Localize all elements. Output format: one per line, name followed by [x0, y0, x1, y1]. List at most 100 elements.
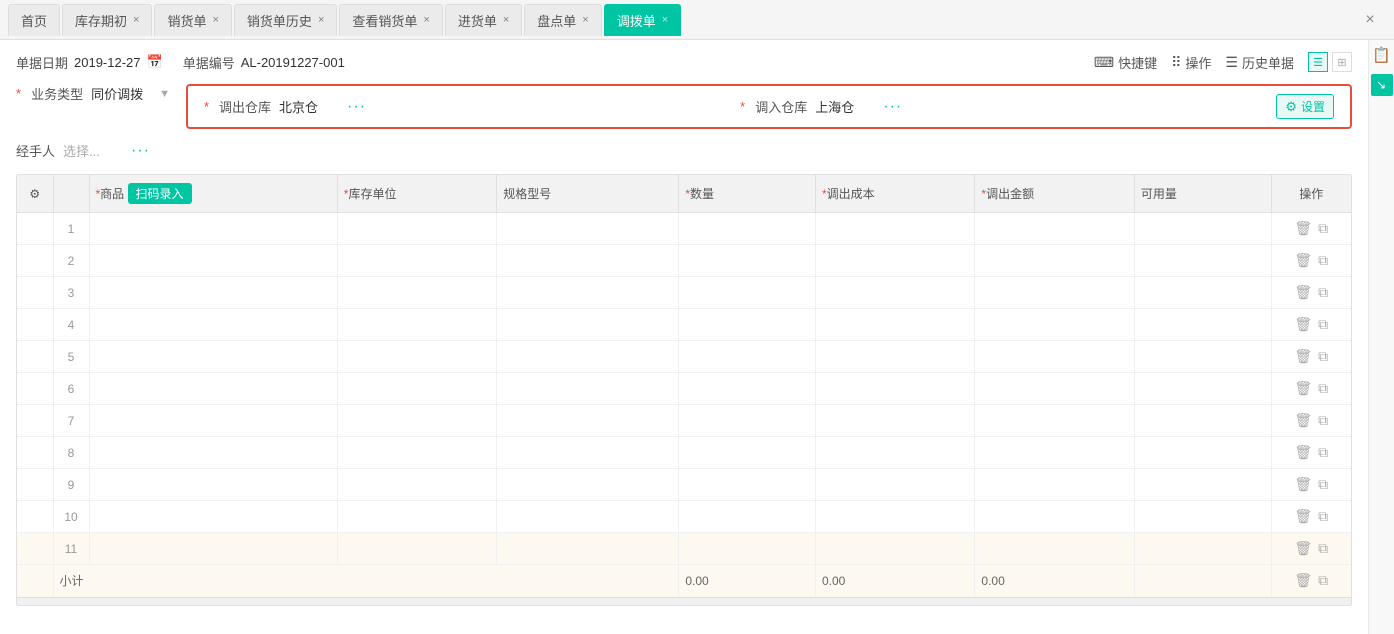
row-product-cell[interactable] — [89, 245, 337, 277]
tab-inventory-init[interactable]: 库存期初 × — [62, 4, 152, 36]
tab-inventory-init-close[interactable]: × — [133, 15, 139, 26]
row-qty-cell[interactable] — [679, 437, 816, 469]
row-unit-cell[interactable] — [337, 533, 496, 565]
shortcut-button[interactable]: ⌨ 快捷键 — [1094, 53, 1157, 72]
row-product-cell[interactable] — [89, 373, 337, 405]
history-button[interactable]: ☰ 历史单据 — [1225, 53, 1294, 72]
row-delete-icon[interactable]: 🗑 — [1294, 284, 1312, 301]
row-delete-icon[interactable]: 🗑 — [1294, 444, 1312, 461]
tab-stocktake[interactable]: 盘点单 × — [524, 4, 601, 36]
tab-transfer-close[interactable]: × — [662, 15, 668, 26]
row-copy-icon[interactable]: ⧉ — [1318, 412, 1328, 429]
row-cost-cell[interactable] — [816, 213, 975, 245]
row-spec-cell[interactable] — [497, 501, 679, 533]
row-product-cell[interactable] — [89, 341, 337, 373]
row-delete-icon[interactable]: 🗑 — [1294, 380, 1312, 397]
row-product-cell[interactable] — [89, 533, 337, 565]
row-qty-cell[interactable] — [679, 309, 816, 341]
row-delete-icon[interactable]: 🗑 — [1294, 220, 1312, 237]
row-spec-cell[interactable] — [497, 533, 679, 565]
tab-stocktake-close[interactable]: × — [582, 15, 588, 26]
handler-select[interactable]: 选择... — [63, 141, 123, 160]
row-avail-cell[interactable] — [1134, 213, 1271, 245]
row-copy-icon[interactable]: ⧉ — [1318, 252, 1328, 269]
warehouse-in-more-button[interactable]: ··· — [883, 98, 902, 116]
row-unit-cell[interactable] — [337, 341, 496, 373]
row-cost-cell[interactable] — [816, 469, 975, 501]
scan-button[interactable]: 扫码录入 — [128, 183, 192, 204]
row-avail-cell[interactable] — [1134, 533, 1271, 565]
biz-type-dropdown-icon[interactable]: ▼ — [159, 88, 170, 100]
row-amount-cell[interactable] — [975, 405, 1134, 437]
row-amount-cell[interactable] — [975, 533, 1134, 565]
row-product-cell[interactable] — [89, 437, 337, 469]
biz-type-value[interactable]: 同价调拨 — [91, 84, 151, 103]
row-avail-cell[interactable] — [1134, 309, 1271, 341]
row-product-cell[interactable] — [89, 501, 337, 533]
row-avail-cell[interactable] — [1134, 437, 1271, 469]
row-unit-cell[interactable] — [337, 213, 496, 245]
row-delete-icon[interactable]: 🗑 — [1294, 508, 1312, 525]
row-delete-icon[interactable]: 🗑 — [1294, 476, 1312, 493]
row-copy-icon[interactable]: ⧉ — [1318, 380, 1328, 397]
row-spec-cell[interactable] — [497, 373, 679, 405]
row-copy-icon[interactable]: ⧉ — [1318, 444, 1328, 461]
row-unit-cell[interactable] — [337, 501, 496, 533]
tab-sales-order[interactable]: 销货单 × — [154, 4, 231, 36]
row-product-cell[interactable] — [89, 405, 337, 437]
view-list-button[interactable]: ☰ — [1308, 52, 1328, 72]
row-copy-icon[interactable]: ⧉ — [1318, 316, 1328, 333]
row-copy-icon[interactable]: ⧉ — [1318, 476, 1328, 493]
tab-sales-history-close[interactable]: × — [318, 15, 324, 26]
row-unit-cell[interactable] — [337, 245, 496, 277]
row-avail-cell[interactable] — [1134, 341, 1271, 373]
row-avail-cell[interactable] — [1134, 277, 1271, 309]
sidebar-expand-button[interactable]: ↗ — [1371, 74, 1393, 96]
tab-purchase[interactable]: 进货单 × — [445, 4, 522, 36]
row-amount-cell[interactable] — [975, 341, 1134, 373]
row-avail-cell[interactable] — [1134, 373, 1271, 405]
row-unit-cell[interactable] — [337, 405, 496, 437]
tab-view-sales-close[interactable]: × — [423, 15, 429, 26]
row-spec-cell[interactable] — [497, 437, 679, 469]
row-avail-cell[interactable] — [1134, 405, 1271, 437]
row-cost-cell[interactable] — [816, 309, 975, 341]
row-cost-cell[interactable] — [816, 277, 975, 309]
sidebar-note-icon[interactable]: 📋 — [1372, 46, 1391, 64]
row-unit-cell[interactable] — [337, 277, 496, 309]
row-qty-cell[interactable] — [679, 373, 816, 405]
row-delete-icon[interactable]: 🗑 — [1294, 252, 1312, 269]
row-amount-cell[interactable] — [975, 469, 1134, 501]
row-qty-cell[interactable] — [679, 213, 816, 245]
row-product-cell[interactable] — [89, 469, 337, 501]
row-amount-cell[interactable] — [975, 277, 1134, 309]
tab-view-sales[interactable]: 查看销货单 × — [339, 4, 442, 36]
row-amount-cell[interactable] — [975, 373, 1134, 405]
row-delete-icon[interactable]: 🗑 — [1294, 540, 1312, 557]
row-cost-cell[interactable] — [816, 437, 975, 469]
row-cost-cell[interactable] — [816, 405, 975, 437]
tab-sales-history[interactable]: 销货单历史 × — [234, 4, 337, 36]
warehouse-in-value[interactable]: 上海仓 — [815, 97, 875, 116]
row-amount-cell[interactable] — [975, 501, 1134, 533]
row-unit-cell[interactable] — [337, 309, 496, 341]
tab-home[interactable]: 首页 — [8, 4, 60, 36]
row-qty-cell[interactable] — [679, 277, 816, 309]
row-copy-icon[interactable]: ⧉ — [1318, 284, 1328, 301]
row-qty-cell[interactable] — [679, 245, 816, 277]
view-grid-button[interactable]: ⊞ — [1332, 52, 1352, 72]
row-copy-icon[interactable]: ⧉ — [1318, 508, 1328, 525]
tab-transfer[interactable]: 调拨单 × — [604, 4, 681, 36]
table-scroll[interactable]: ⚙ *商品 扫码录入 *库存单位 规格型号 — [17, 175, 1351, 597]
row-avail-cell[interactable] — [1134, 469, 1271, 501]
subtotal-delete-icon[interactable]: 🗑 — [1294, 572, 1312, 589]
row-copy-icon[interactable]: ⧉ — [1318, 540, 1328, 557]
row-cost-cell[interactable] — [816, 533, 975, 565]
row-delete-icon[interactable]: 🗑 — [1294, 348, 1312, 365]
row-spec-cell[interactable] — [497, 277, 679, 309]
row-cost-cell[interactable] — [816, 245, 975, 277]
row-unit-cell[interactable] — [337, 373, 496, 405]
row-product-cell[interactable] — [89, 309, 337, 341]
col-settings-icon[interactable]: ⚙ — [29, 187, 40, 201]
row-qty-cell[interactable] — [679, 501, 816, 533]
